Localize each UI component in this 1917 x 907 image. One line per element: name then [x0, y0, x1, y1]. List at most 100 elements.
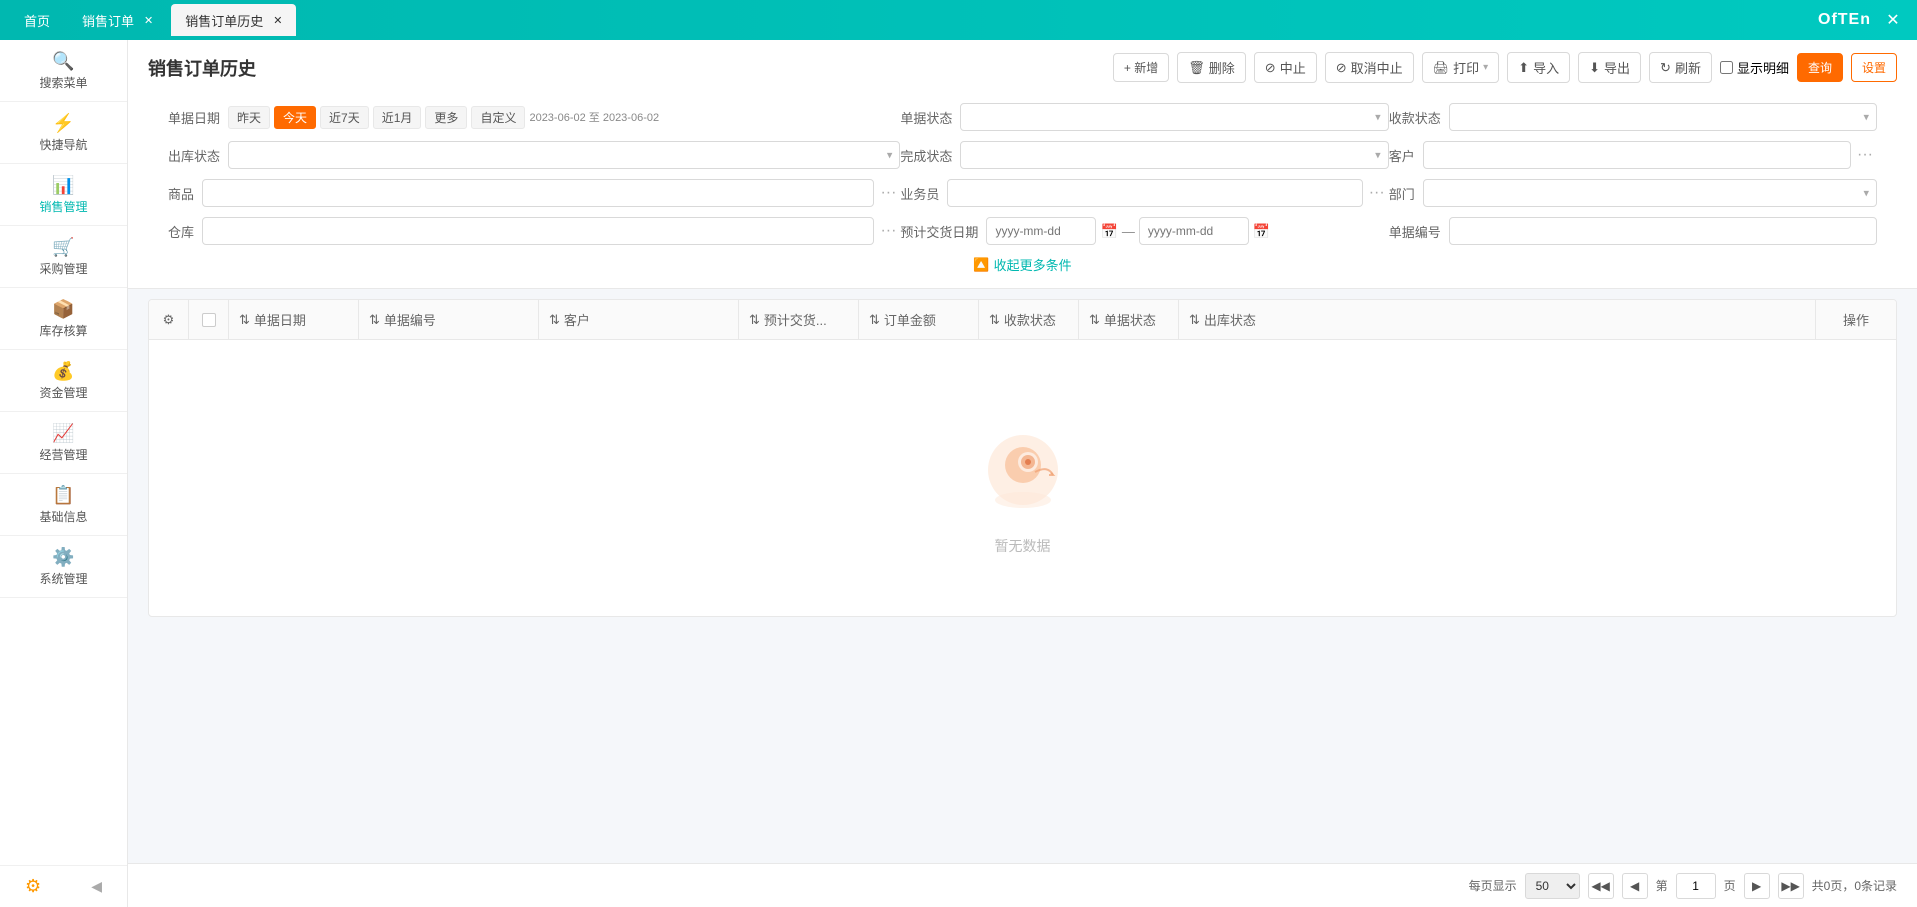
dept-select[interactable]	[1423, 179, 1877, 207]
th-doc-no[interactable]: ⇅ 单据编号	[359, 300, 539, 339]
query-button[interactable]: 查询	[1797, 53, 1843, 82]
prev-page-button[interactable]: ◀	[1622, 873, 1648, 899]
filter-doc-no: 单据编号	[1389, 217, 1877, 245]
th-out-status[interactable]: ⇅ 出库状态	[1179, 300, 1816, 339]
th-checkbox[interactable]	[189, 300, 229, 339]
calendar-to-icon[interactable]: 📅	[1253, 223, 1270, 240]
tab-sales-order[interactable]: 销售订单 ✕	[68, 4, 167, 36]
product-label: 商品	[168, 184, 194, 203]
customer-dots-btn[interactable]: ···	[1853, 146, 1877, 164]
pay-status-select-wrapper	[1449, 103, 1877, 131]
date-options: 昨天 今天 近7天 近1月 更多 自定义 2023-06-02 至 2023-0…	[228, 106, 659, 129]
export-button[interactable]: ⬇ 导出	[1578, 52, 1641, 83]
pay-status-select[interactable]	[1449, 103, 1877, 131]
sidebar-settings-icon[interactable]: ⚙	[25, 876, 41, 897]
sort-icon-pay-status: ⇅	[989, 312, 1000, 328]
date-custom[interactable]: 自定义	[471, 106, 525, 129]
sidebar-collapse-icon[interactable]: ◀	[91, 878, 102, 895]
sidebar-item-inventory[interactable]: 📦 库存核算	[0, 288, 127, 350]
sidebar-item-purchase-mgmt[interactable]: 🛒 采购管理	[0, 226, 127, 288]
next-page-button[interactable]: ▶	[1744, 873, 1770, 899]
sort-icon-docno: ⇅	[369, 312, 380, 328]
last-page-button[interactable]: ▶▶	[1778, 873, 1804, 899]
sidebar-item-system-mgmt[interactable]: ⚙️ 系统管理	[0, 536, 127, 598]
filter-out-status: 出库状态	[168, 141, 900, 169]
tab-sales-history[interactable]: 销售订单历史 ✕	[171, 4, 296, 36]
main-layout: 🔍 搜索菜单 ⚡ 快捷导航 📊 销售管理 🛒 采购管理 📦 库存核算 💰 资金管…	[0, 40, 1917, 907]
customer-input[interactable]	[1423, 141, 1851, 169]
select-all-checkbox[interactable]	[202, 313, 216, 327]
inventory-icon: 📦	[52, 300, 74, 318]
complete-status-select[interactable]	[960, 141, 1388, 169]
per-page-select[interactable]: 50 10 20 100	[1525, 873, 1580, 899]
th-amount[interactable]: ⇅ 订单金额	[859, 300, 979, 339]
th-doc-date[interactable]: ⇅ 单据日期	[229, 300, 359, 339]
page-number-input[interactable]	[1676, 873, 1716, 899]
new-button[interactable]: + 新增	[1113, 53, 1169, 82]
empty-text: 暂无数据	[995, 536, 1051, 556]
salesperson-dots-btn[interactable]: ···	[1365, 184, 1389, 202]
sidebar-label-inventory: 库存核算	[39, 322, 87, 339]
collapse-up-icon: 🔼	[973, 257, 989, 273]
complete-status-label: 完成状态	[900, 146, 952, 165]
doc-no-input[interactable]	[1449, 217, 1877, 245]
purchase-mgmt-icon: 🛒	[52, 238, 74, 256]
sidebar-label-search-menu: 搜索菜单	[39, 74, 87, 91]
dept-select-wrapper	[1423, 179, 1877, 207]
date-today[interactable]: 今天	[274, 106, 316, 129]
date-1month[interactable]: 近1月	[373, 106, 422, 129]
out-status-label: 出库状态	[168, 146, 220, 165]
operations-icon: 📈	[52, 424, 74, 442]
sidebar-item-quick-nav[interactable]: ⚡ 快捷导航	[0, 102, 127, 164]
calendar-from-icon[interactable]: 📅	[1100, 223, 1117, 240]
th-pay-status[interactable]: ⇅ 收款状态	[979, 300, 1079, 339]
delivery-date-from[interactable]	[986, 217, 1096, 245]
window-close-button[interactable]: ✕	[1879, 6, 1907, 34]
delivery-date-to[interactable]	[1139, 217, 1249, 245]
print-button[interactable]: 🖨 打印 ▾	[1422, 52, 1500, 83]
empty-state: 暂无数据	[149, 340, 1896, 616]
cancel-stop-button[interactable]: ⊘ 取消中止	[1325, 52, 1414, 83]
refresh-button[interactable]: ↻ 刷新	[1649, 52, 1712, 83]
th-settings[interactable]: ⚙	[149, 300, 189, 339]
tab-sales-order-close[interactable]: ✕	[144, 14, 153, 27]
settings-button[interactable]: 设置	[1851, 53, 1897, 82]
sidebar-label-purchase-mgmt: 采购管理	[39, 260, 87, 277]
salesperson-input[interactable]	[947, 179, 1362, 207]
sidebar-item-search-menu[interactable]: 🔍 搜索菜单	[0, 40, 127, 102]
th-delivery[interactable]: ⇅ 预计交货...	[739, 300, 859, 339]
show-details-toggle[interactable]: 显示明细	[1720, 58, 1789, 77]
tab-home[interactable]: 首页	[10, 4, 64, 36]
delete-button[interactable]: 🗑 删除	[1177, 52, 1246, 83]
bottom-bar: 每页显示 50 10 20 100 ◀◀ ◀ 第 页 ▶ ▶▶ 共0页，0条记录	[128, 863, 1917, 907]
sidebar-item-finance[interactable]: 💰 资金管理	[0, 350, 127, 412]
product-dots-btn[interactable]: ···	[876, 184, 900, 202]
sidebar-item-basic-info[interactable]: 📋 基础信息	[0, 474, 127, 536]
date-7days[interactable]: 近7天	[320, 106, 369, 129]
customer-label: 客户	[1389, 146, 1415, 165]
date-label: 单据日期	[168, 108, 220, 127]
date-more[interactable]: 更多	[425, 106, 467, 129]
warehouse-input[interactable]	[202, 217, 874, 245]
th-customer[interactable]: ⇅ 客户	[539, 300, 739, 339]
total-info: 共0页，0条记录	[1812, 877, 1897, 894]
doc-status-select[interactable]	[960, 103, 1388, 131]
th-doc-status[interactable]: ⇅ 单据状态	[1079, 300, 1179, 339]
date-yesterday[interactable]: 昨天	[228, 106, 270, 129]
product-input[interactable]	[202, 179, 874, 207]
show-details-checkbox[interactable]	[1720, 61, 1733, 74]
filter-area: 单据日期 昨天 今天 近7天 近1月 更多 自定义 2023-06-02 至 2…	[148, 93, 1897, 288]
sidebar-item-operations[interactable]: 📈 经营管理	[0, 412, 127, 474]
cancel-stop-icon: ⊘	[1336, 60, 1347, 76]
stop-button[interactable]: ⊘ 中止	[1254, 52, 1317, 83]
collapse-row[interactable]: 🔼 收起更多条件	[168, 255, 1877, 274]
sidebar-item-sales-mgmt[interactable]: 📊 销售管理	[0, 164, 127, 226]
search-menu-icon: 🔍	[52, 52, 74, 70]
date-range-display: 2023-06-02 至 2023-06-02	[529, 109, 659, 125]
import-button[interactable]: ⬆ 导入	[1507, 52, 1570, 83]
warehouse-dots-btn[interactable]: ···	[876, 222, 900, 240]
filter-row-4: 仓库 ··· 预计交货日期 📅 — 📅	[168, 217, 1877, 245]
tab-sales-history-close[interactable]: ✕	[273, 14, 282, 27]
out-status-select[interactable]	[228, 141, 900, 169]
first-page-button[interactable]: ◀◀	[1588, 873, 1614, 899]
